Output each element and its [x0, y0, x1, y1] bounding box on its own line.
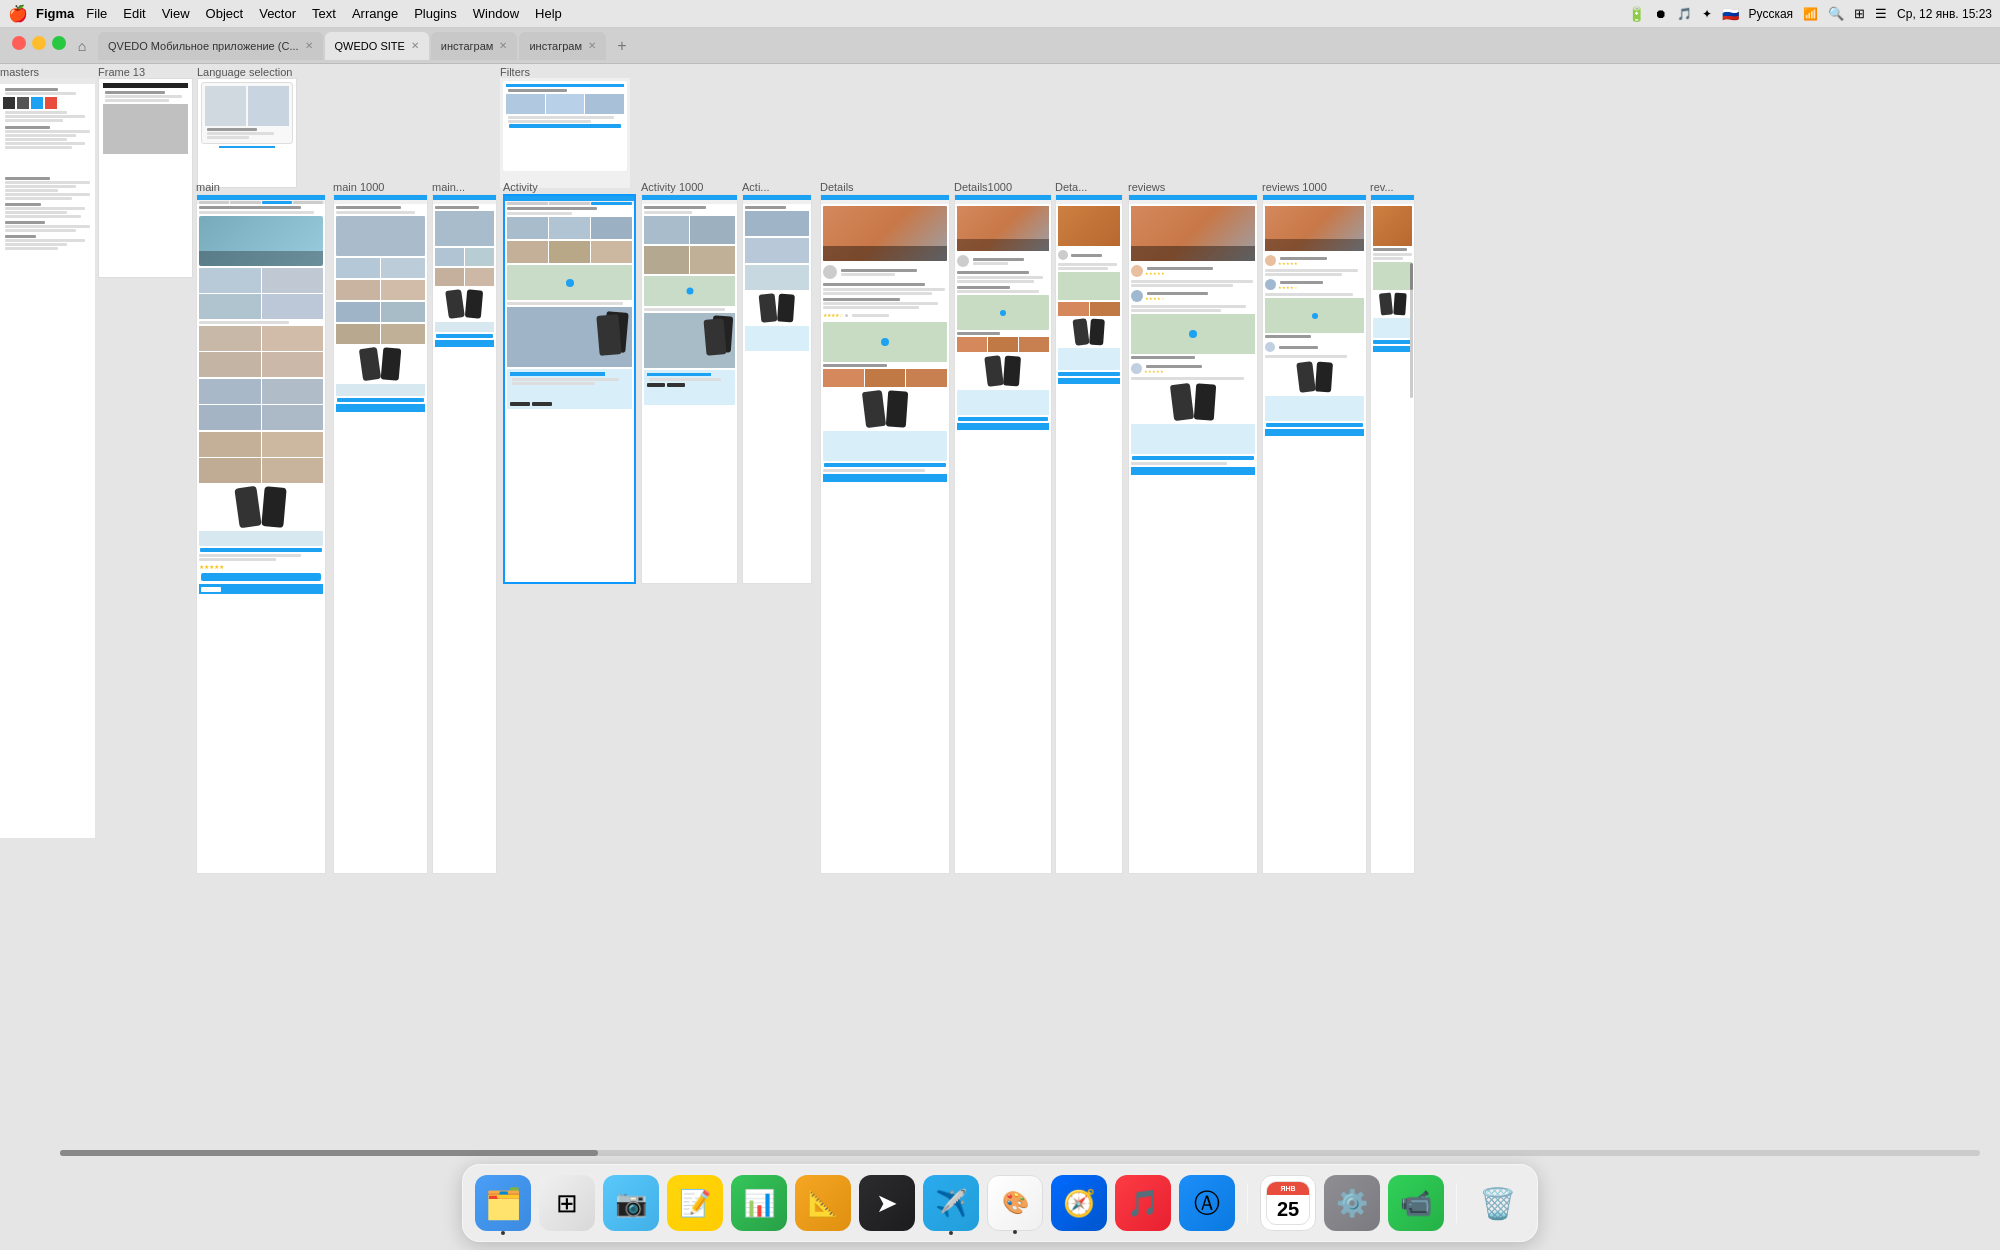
- tab-label: инстаграм: [441, 40, 494, 52]
- dock-music[interactable]: 🎵: [1115, 1175, 1171, 1231]
- dock-facetime[interactable]: 📹: [1388, 1175, 1444, 1231]
- menubar-right: 🔋 ⏺ 🎵 ✦ 🇷🇺 Русская 📶 🔍 ⊞ ☰ Ср, 12 янв. 1…: [1628, 6, 1992, 22]
- dock-notes[interactable]: 📝: [667, 1175, 723, 1231]
- menu-help[interactable]: Help: [527, 4, 570, 23]
- reviews1000-frame: ★★★★★ ★★★★☆: [1262, 194, 1367, 874]
- horizontal-scrollbar[interactable]: [60, 1150, 1980, 1156]
- dock-systemprefs[interactable]: ⚙️: [1324, 1175, 1380, 1231]
- menu-arrange[interactable]: Arrange: [344, 4, 406, 23]
- tab-close-icon[interactable]: ✕: [411, 41, 419, 51]
- dock-separator-2: [1456, 1183, 1457, 1223]
- menu-file[interactable]: File: [78, 4, 115, 23]
- tab-label: QVEDO Мобильное приложение (С...: [108, 40, 299, 52]
- app-name[interactable]: Figma: [36, 6, 74, 21]
- main1000-label: main 1000: [333, 181, 384, 193]
- tab-close-icon[interactable]: ✕: [588, 41, 596, 51]
- window-controls: [12, 36, 66, 50]
- tab-close-icon[interactable]: ✕: [305, 41, 313, 51]
- main-frame: ★★★★★: [196, 194, 326, 874]
- language-name: Русская: [1749, 7, 1794, 21]
- details1000-frame: [954, 194, 1052, 874]
- acti-frame: [742, 194, 812, 584]
- dock-finder[interactable]: 🗂️: [475, 1175, 531, 1231]
- activity-frame: [503, 194, 636, 584]
- tab-label: QWEDO SITE: [335, 40, 405, 52]
- acti-label: Acti...: [742, 181, 770, 193]
- dock-arrow-app[interactable]: ➤: [859, 1175, 915, 1231]
- maindots-label: main...: [432, 181, 465, 193]
- details-label: Details: [820, 181, 854, 193]
- search-icon[interactable]: 🔍: [1828, 6, 1844, 21]
- language-frame: [197, 78, 297, 188]
- tabbar: ⌂ QVEDO Мобильное приложение (С... ✕ QWE…: [0, 28, 2000, 64]
- tab-instagram2[interactable]: инстаграм ✕: [519, 32, 606, 60]
- minimize-button[interactable]: [32, 36, 46, 50]
- reviews1000-label: reviews 1000: [1262, 181, 1327, 193]
- control-center-icon[interactable]: ⊞: [1854, 6, 1865, 21]
- tab-instagram1[interactable]: инстаграм ✕: [431, 32, 518, 60]
- menu-vector[interactable]: Vector: [251, 4, 304, 23]
- dock-safari[interactable]: 🧭: [1051, 1175, 1107, 1231]
- masters-frame: [0, 78, 95, 838]
- recording-icon: ⏺: [1655, 7, 1667, 21]
- dock-calendar[interactable]: ЯНВ 25: [1260, 1175, 1316, 1231]
- reviews-label: reviews: [1128, 181, 1165, 193]
- new-tab-button[interactable]: +: [612, 36, 632, 56]
- tab-close-icon[interactable]: ✕: [499, 41, 507, 51]
- masters-label: masters: [0, 66, 39, 78]
- dock: 🗂️ ⊞ 📷 📝 📊 📐 ➤ ✈️ 🎨 🧭 🎵 Ⓐ: [462, 1164, 1538, 1242]
- menu-object[interactable]: Object: [198, 4, 252, 23]
- filters-frame: [500, 78, 630, 188]
- menubar: 🍎 Figma File Edit View Object Vector Tex…: [0, 0, 2000, 28]
- dock-separator: [1247, 1183, 1248, 1223]
- tab-qvedo[interactable]: QVEDO Мобильное приложение (С... ✕: [98, 32, 323, 60]
- dock-appstore[interactable]: Ⓐ: [1179, 1175, 1235, 1231]
- wifi-icon: 📶: [1803, 7, 1818, 21]
- tab-label: инстаграм: [529, 40, 582, 52]
- details-frame: ★★★★☆: [820, 194, 950, 874]
- maximize-button[interactable]: [52, 36, 66, 50]
- deta-frame: [1055, 194, 1123, 874]
- language-flag: 🇷🇺: [1722, 6, 1739, 22]
- dock-figma[interactable]: 🎨: [987, 1175, 1043, 1231]
- menu-edit[interactable]: Edit: [115, 4, 153, 23]
- rev-label: rev...: [1370, 181, 1394, 193]
- close-button[interactable]: [12, 36, 26, 50]
- main-label: main: [196, 181, 220, 193]
- dock-screenshot[interactable]: 📷: [603, 1175, 659, 1231]
- rev-frame: [1370, 194, 1415, 874]
- language-label: Language selection: [197, 66, 292, 78]
- figma-canvas[interactable]: masters Frame 13: [0, 64, 2000, 1162]
- dock-launchpad[interactable]: ⊞: [539, 1175, 595, 1231]
- apple-menu[interactable]: 🍎: [8, 4, 28, 23]
- datetime: Ср, 12 янв. 15:23: [1897, 7, 1992, 21]
- tab-qwedo[interactable]: QWEDO SITE ✕: [325, 32, 429, 60]
- bluetooth-icon: ✦: [1702, 7, 1712, 21]
- home-button[interactable]: ⌂: [72, 36, 92, 56]
- battery-icon: 🔋: [1628, 6, 1645, 22]
- music-control-icon: 🎵: [1677, 7, 1692, 21]
- activity1000-frame: [641, 194, 738, 584]
- menu-plugins[interactable]: Plugins: [406, 4, 465, 23]
- dock-numbers[interactable]: 📊: [731, 1175, 787, 1231]
- menu-text[interactable]: Text: [304, 4, 344, 23]
- menu-window[interactable]: Window: [465, 4, 527, 23]
- activity-label: Activity: [503, 181, 538, 193]
- frame13-label: Frame 13: [98, 66, 145, 78]
- maindots-frame: [432, 194, 497, 874]
- deta-label: Deta...: [1055, 181, 1087, 193]
- notification-icon[interactable]: ☰: [1875, 6, 1887, 21]
- filters-label: Filters: [500, 66, 530, 78]
- reviews-frame: ★★★★★ ★★★★☆ ★★★★★: [1128, 194, 1258, 874]
- dock-keynote[interactable]: 📐: [795, 1175, 851, 1231]
- menu-view[interactable]: View: [154, 4, 198, 23]
- main1000-frame: [333, 194, 428, 874]
- dock-trash[interactable]: 🗑️: [1469, 1175, 1525, 1231]
- dock-telegram[interactable]: ✈️: [923, 1175, 979, 1231]
- activity1000-label: Activity 1000: [641, 181, 703, 193]
- details1000-label: Details1000: [954, 181, 1012, 193]
- frame13-frame: [98, 78, 193, 278]
